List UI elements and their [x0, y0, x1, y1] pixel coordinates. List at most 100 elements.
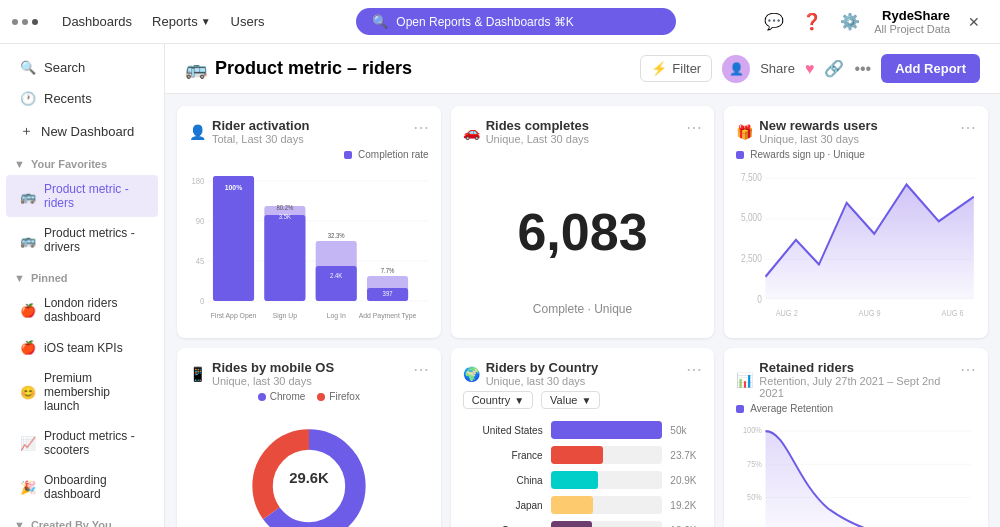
- heart-button[interactable]: ♥: [805, 60, 815, 78]
- content-header: 🚌 Product metric – riders ⚡ Filter 👤 Sha…: [165, 44, 1000, 94]
- hbar-row-japan: Japan 19.2K: [463, 496, 703, 514]
- svg-text:29.6K: 29.6K: [289, 470, 329, 486]
- hbar-fill-japan: [551, 496, 593, 514]
- user-info: RydeShare All Project Data: [874, 8, 950, 35]
- header-actions: ⚡ Filter 👤 Share ♥ 🔗 ••• Add Report: [640, 54, 980, 83]
- sidebar-item-ios-kpis[interactable]: 🍎 iOS team KPIs: [6, 333, 158, 362]
- rides-big-number-label: Complete · Unique: [463, 302, 703, 326]
- rewards-legend-label: Rewards sign up · Unique: [750, 149, 865, 160]
- rewards-svg: 7,500 5,000 2,500 0: [736, 166, 976, 326]
- rider-activation-title: Rider activation: [212, 118, 310, 133]
- svg-text:First App Open: First App Open: [211, 310, 257, 320]
- mobile-sub: Unique, last 30 days: [212, 375, 334, 387]
- hbar-value-france: 23.7K: [670, 450, 702, 461]
- sidebar-item-product-metrics-drivers[interactable]: 🚌 Product metrics - drivers: [6, 219, 158, 261]
- chevron-down-icon-pinned[interactable]: ▼: [14, 272, 25, 284]
- value-filter[interactable]: Value ▼: [541, 391, 600, 409]
- card-icon-rider: 👤: [189, 124, 206, 140]
- hbar-row-france: France 23.7K: [463, 446, 703, 464]
- country-title: Riders by Country: [486, 360, 599, 375]
- riders-country-card: 🌍 Riders by Country Unique, last 30 days…: [451, 348, 715, 527]
- svg-text:75%: 75%: [747, 459, 762, 469]
- sidebar-item-onboarding[interactable]: 🎉 Onboarding dashboard: [6, 466, 158, 508]
- topnav-dashboards[interactable]: Dashboards: [54, 10, 140, 33]
- hbar-row-germany: Germany 18.6K: [463, 521, 703, 527]
- sidebar-search-label: Search: [44, 60, 85, 75]
- card-menu-mobile[interactable]: ⋯: [413, 360, 429, 379]
- card-menu-rider[interactable]: ⋯: [413, 118, 429, 137]
- created-section: ▼ Created By You: [0, 509, 164, 527]
- topnav-links: Dashboards Reports ▼ Users: [54, 10, 273, 33]
- svg-text:7,500: 7,500: [741, 171, 762, 183]
- share-button[interactable]: Share: [760, 61, 795, 76]
- card-menu-retained[interactable]: ⋯: [960, 360, 976, 379]
- sidebar-item-product-metric-riders[interactable]: 🚌 Product metric - riders: [6, 175, 158, 217]
- retention-legend-dot: [736, 405, 744, 413]
- svg-text:90: 90: [196, 215, 205, 226]
- dashboard-grid: 👤 Rider activation Total, Last 30 days ⋯…: [165, 94, 1000, 527]
- topnav-search-area: 🔍 Open Reports & Dashboards ⌘K: [289, 8, 745, 35]
- add-report-button[interactable]: Add Report: [881, 54, 980, 83]
- donut-chart-area: 29.6K: [189, 408, 429, 527]
- hbar-label-china: China: [463, 475, 543, 486]
- retention-chart: 100% 75% 50% 25% 0: [736, 420, 976, 527]
- plus-icon: ＋: [20, 122, 33, 140]
- more-button[interactable]: •••: [854, 60, 871, 78]
- sidebar-item-scooters[interactable]: 📈 Product metrics - scooters: [6, 422, 158, 464]
- fav-label-0: Product metric - riders: [44, 182, 144, 210]
- hbar-value-japan: 19.2K: [670, 500, 702, 511]
- firefox-dot: [317, 393, 325, 401]
- topnav-close[interactable]: ✕: [960, 8, 988, 36]
- sidebar-recents[interactable]: 🕐 Recents: [6, 84, 158, 113]
- filter-button[interactable]: ⚡ Filter: [640, 55, 712, 82]
- sidebar-item-premium[interactable]: 😊 Premium membership launch: [6, 364, 158, 420]
- svg-text:AUG 9: AUG 9: [859, 307, 881, 318]
- settings-icon[interactable]: ⚙️: [836, 8, 864, 36]
- card-menu-rides[interactable]: ⋯: [686, 118, 702, 137]
- sidebar-recents-label: Recents: [44, 91, 92, 106]
- country-filter[interactable]: Country ▼: [463, 391, 533, 409]
- rewards-legend-dot: [736, 151, 744, 159]
- card-menu-rewards[interactable]: ⋯: [960, 118, 976, 137]
- new-rewards-card: 🎁 New rewards users Unique, last 30 days…: [724, 106, 988, 338]
- retention-legend-label: Average Retention: [750, 403, 833, 414]
- sidebar-item-london-riders[interactable]: 🍎 London riders dashboard: [6, 289, 158, 331]
- topnav-users[interactable]: Users: [223, 10, 273, 33]
- rider-activation-chart: Completion rate 180 90 45 0: [189, 149, 429, 326]
- card-menu-country[interactable]: ⋯: [686, 360, 702, 379]
- bar-chart-svg: 180 90 45 0 100%: [189, 166, 429, 326]
- hbar-row-china: China 20.9K: [463, 471, 703, 489]
- card-icon-mobile: 📱: [189, 366, 206, 382]
- sidebar-new-dashboard[interactable]: ＋ New Dashboard: [6, 115, 158, 147]
- hbar-track-france: [551, 446, 663, 464]
- retention-svg: 100% 75% 50% 25% 0: [736, 420, 976, 527]
- hbar-fill-china: [551, 471, 598, 489]
- main-layout: 🔍 Search 🕐 Recents ＋ New Dashboard ▼ You…: [0, 44, 1000, 527]
- pinned-section: ▼ Pinned: [0, 262, 164, 288]
- logo-dot3: [32, 19, 38, 25]
- bars-wrapper: 180 90 45 0 100%: [189, 166, 429, 326]
- rewards-sub: Unique, last 30 days: [759, 133, 878, 145]
- hbar-value-us: 50k: [670, 425, 702, 436]
- topnav-reports[interactable]: Reports ▼: [144, 10, 218, 33]
- svg-text:5,000: 5,000: [741, 211, 762, 223]
- filter-label: Filter: [672, 61, 701, 76]
- svg-text:0: 0: [200, 295, 205, 306]
- chat-icon[interactable]: 💬: [760, 8, 788, 36]
- favorites-section: ▼ Your Favorites: [0, 148, 164, 174]
- svg-text:2.4K: 2.4K: [330, 272, 343, 280]
- logo-dot1: [12, 19, 18, 25]
- hbar-filters: Country ▼ Value ▼: [463, 391, 703, 409]
- card-header-rides: 🚗 Rides completes Unique, Last 30 days ⋯: [463, 118, 703, 145]
- global-search-bar[interactable]: 🔍 Open Reports & Dashboards ⌘K: [356, 8, 676, 35]
- card-header-country: 🌍 Riders by Country Unique, last 30 days…: [463, 360, 703, 387]
- logo: [12, 19, 38, 25]
- help-icon[interactable]: ❓: [798, 8, 826, 36]
- link-button[interactable]: 🔗: [824, 59, 844, 78]
- chevron-down-icon[interactable]: ▼: [14, 158, 25, 170]
- sidebar-search[interactable]: 🔍 Search: [6, 53, 158, 82]
- hbar-label-france: France: [463, 450, 543, 461]
- chevron-down-icon-created[interactable]: ▼: [14, 519, 25, 527]
- svg-text:Add Payment Type: Add Payment Type: [359, 310, 417, 320]
- hbar-label-japan: Japan: [463, 500, 543, 511]
